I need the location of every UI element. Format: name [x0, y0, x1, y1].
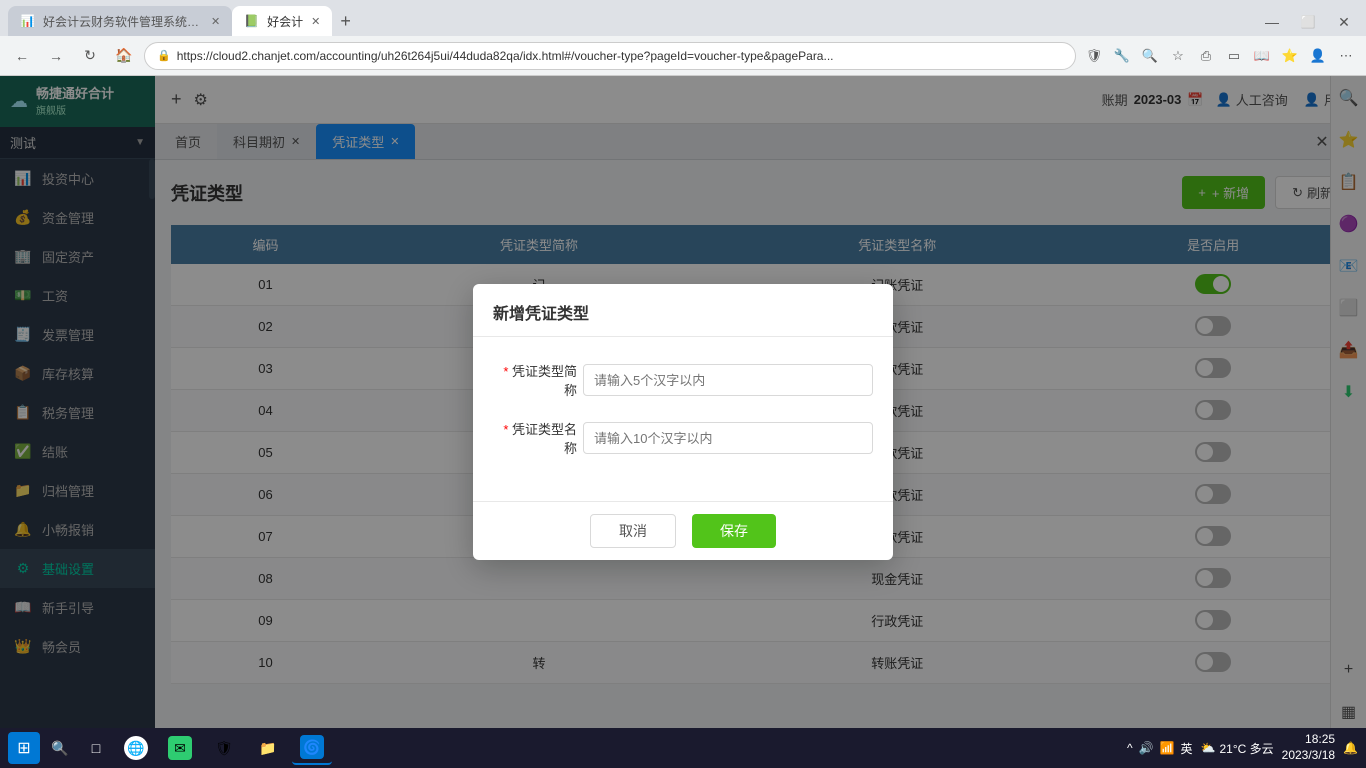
taskbar-network-icon[interactable]: 📶 — [1160, 741, 1175, 755]
taskbar-weather[interactable]: ⛅ 21°C 多云 — [1201, 740, 1274, 757]
name-label: 凭证类型名称 — [493, 419, 583, 457]
taskbar-lang-indicator[interactable]: 英 — [1181, 740, 1193, 757]
tab2-favicon: 📗 — [244, 14, 259, 28]
taskbar-app-mail[interactable]: ✉ — [160, 732, 200, 764]
dialog: 新增凭证类型 凭证类型简称 凭证类型名称 取消 保存 — [473, 284, 893, 560]
short-input[interactable] — [583, 364, 873, 396]
extensions-icon[interactable]: 🔧 — [1110, 44, 1134, 68]
taskbar: ⊞ 🔍 □ 🌐 ✉ 🛡 📁 🌀 ^ 🔊 📶 英 ⛅ — [0, 728, 1366, 768]
dialog-title: 新增凭证类型 — [493, 306, 589, 323]
url-text: https://cloud2.chanjet.com/accounting/uh… — [177, 49, 1063, 63]
taskbar-volume-icon[interactable]: 🔊 — [1139, 741, 1154, 755]
taskbar-sys-icons: ^ 🔊 📶 英 — [1127, 740, 1193, 757]
star-icon[interactable]: ☆ — [1166, 44, 1190, 68]
tab2-title: 好会计 — [267, 13, 303, 30]
task-view-btn[interactable]: □ — [80, 732, 112, 764]
clock-time: 18:25 — [1282, 732, 1335, 748]
menu-icon[interactable]: ⋯ — [1334, 44, 1358, 68]
taskbar-app-shield[interactable]: 🛡 — [204, 732, 244, 764]
browser-chrome: 📊 好会计云财务软件管理系统_会计 ✕ 📗 好会计 ✕ + — ⬜ ✕ ← → … — [0, 0, 1366, 76]
weather-icon: ⛅ — [1201, 741, 1216, 755]
name-input[interactable] — [583, 422, 873, 454]
url-box[interactable]: 🔒 https://cloud2.chanjet.com/accounting/… — [144, 42, 1076, 70]
reload-btn[interactable]: ↻ — [76, 42, 104, 70]
reading-icon[interactable]: 📖 — [1250, 44, 1274, 68]
zoom-icon[interactable]: 🔍 — [1138, 44, 1162, 68]
favorites-icon[interactable]: ⭐ — [1278, 44, 1302, 68]
minimize-btn[interactable]: — — [1258, 8, 1286, 36]
taskbar-app-chrome[interactable]: 🌐 — [116, 732, 156, 764]
taskbar-chevron-icon[interactable]: ^ — [1127, 741, 1133, 755]
tab-2[interactable]: 📗 好会计 ✕ — [232, 6, 332, 36]
security-icon[interactable]: 🛡 — [1082, 44, 1106, 68]
taskbar-app-folder[interactable]: 📁 — [248, 732, 288, 764]
weather-temp: 21°C 多云 — [1220, 740, 1274, 757]
split-icon[interactable]: ▭ — [1222, 44, 1246, 68]
start-btn[interactable]: ⊞ — [8, 732, 40, 764]
close-btn[interactable]: ✕ — [1330, 8, 1358, 36]
dialog-footer: 取消 保存 — [473, 501, 893, 560]
dialog-body: 凭证类型简称 凭证类型名称 — [473, 337, 893, 501]
search-btn[interactable]: 🔍 — [44, 732, 76, 764]
taskbar-clock[interactable]: 18:25 2023/3/18 — [1282, 732, 1335, 763]
tab1-favicon: 📊 — [20, 14, 35, 28]
maximize-btn[interactable]: ⬜ — [1294, 8, 1322, 36]
clock-date: 2023/3/18 — [1282, 748, 1335, 764]
forward-btn[interactable]: → — [42, 42, 70, 70]
tab-1[interactable]: 📊 好会计云财务软件管理系统_会计 ✕ — [8, 6, 232, 36]
cancel-btn[interactable]: 取消 — [590, 514, 676, 548]
tab-bar: 📊 好会计云财务软件管理系统_会计 ✕ 📗 好会计 ✕ + — ⬜ ✕ — [0, 0, 1366, 36]
tab1-close[interactable]: ✕ — [211, 15, 220, 28]
lock-icon: 🔒 — [157, 49, 171, 62]
back-btn[interactable]: ← — [8, 42, 36, 70]
dialog-header: 新增凭证类型 — [473, 284, 893, 337]
save-btn[interactable]: 保存 — [692, 514, 776, 548]
tab1-title: 好会计云财务软件管理系统_会计 — [43, 13, 203, 30]
new-tab-btn[interactable]: + — [332, 6, 359, 36]
notification-btn[interactable]: 🔔 — [1343, 741, 1358, 755]
address-bar: ← → ↻ 🏠 🔒 https://cloud2.chanjet.com/acc… — [0, 36, 1366, 76]
dialog-overlay: 新增凭证类型 凭证类型简称 凭证类型名称 取消 保存 — [0, 76, 1366, 768]
tab2-close[interactable]: ✕ — [311, 15, 320, 28]
short-label: 凭证类型简称 — [493, 361, 583, 399]
share-icon[interactable]: ⎙ — [1194, 44, 1218, 68]
profile-icon[interactable]: 👤 — [1306, 44, 1330, 68]
taskbar-app-edge[interactable]: 🌀 — [292, 731, 332, 765]
home-btn[interactable]: 🏠 — [110, 42, 138, 70]
